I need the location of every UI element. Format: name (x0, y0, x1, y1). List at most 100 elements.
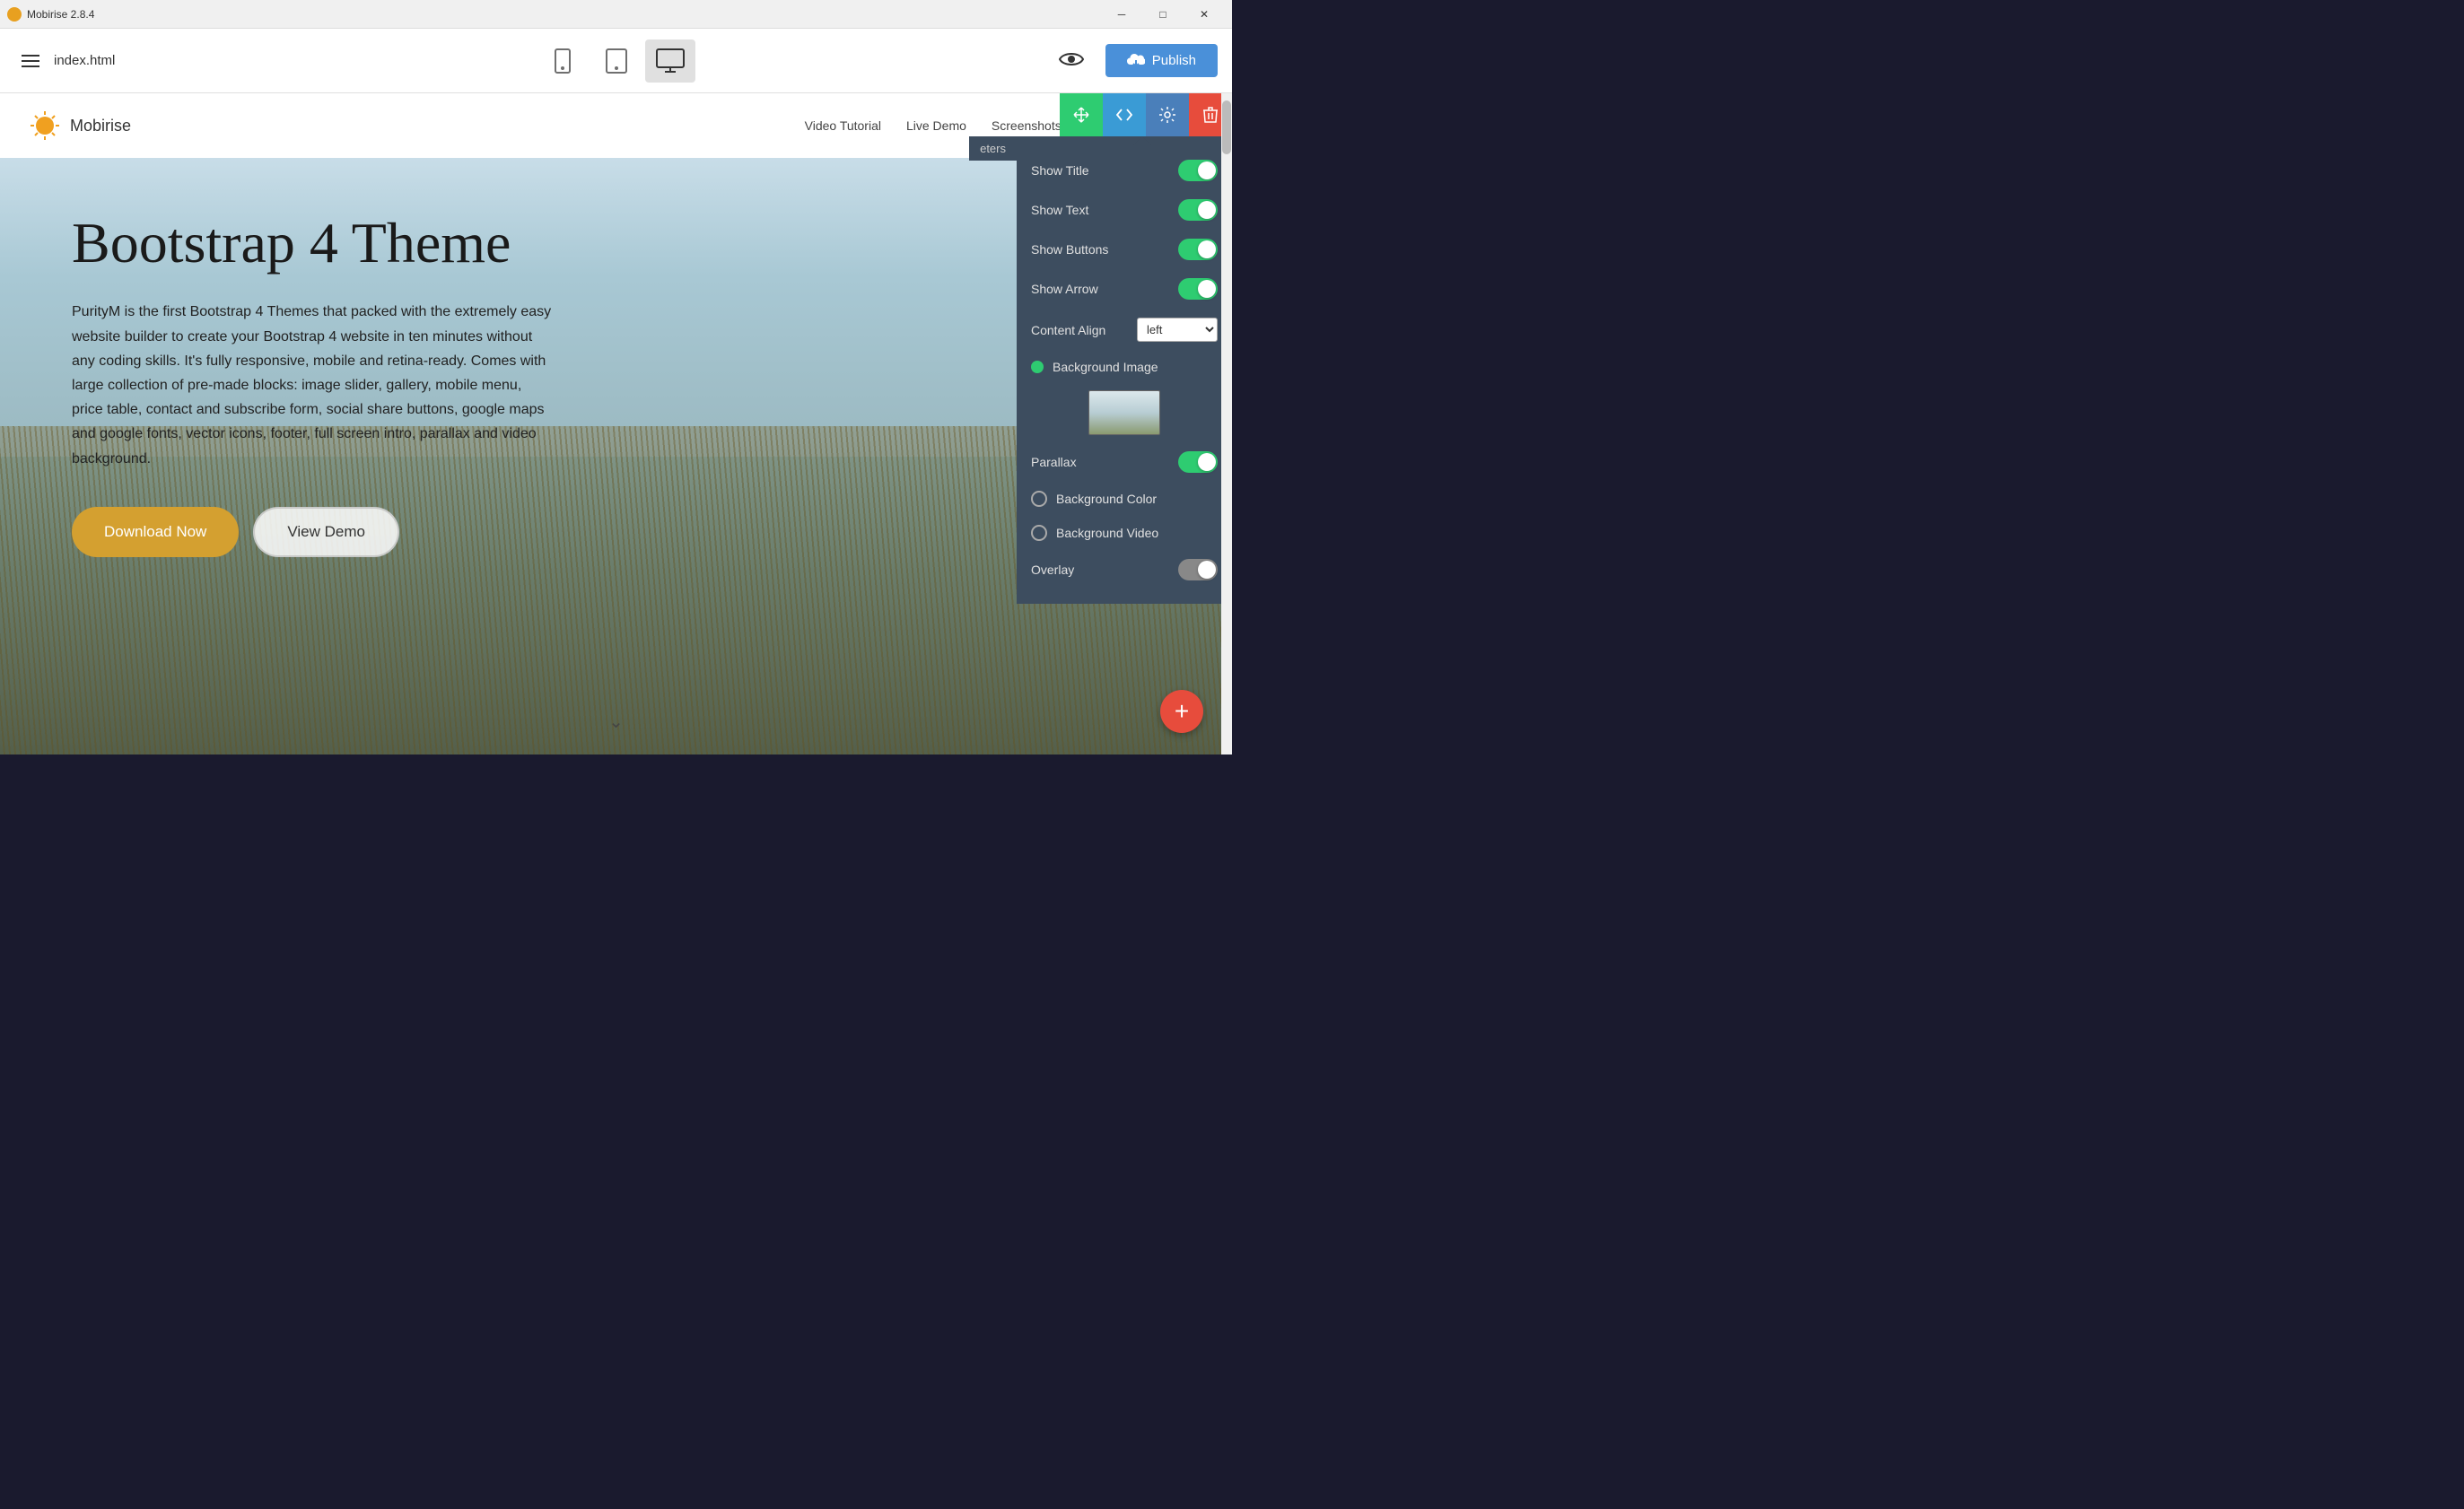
preview-button[interactable] (1052, 43, 1091, 78)
nav-link-screenshots[interactable]: Screenshots (992, 118, 1062, 133)
show-arrow-toggle[interactable] (1178, 278, 1218, 300)
code-block-button[interactable] (1103, 93, 1146, 136)
file-title: index.html (54, 53, 115, 68)
parameters-label: eters (980, 142, 1006, 155)
overlay-track (1178, 559, 1218, 580)
parallax-row: Parallax (1017, 442, 1232, 482)
tablet-icon (605, 48, 628, 74)
bg-image-row: Background Image (1017, 351, 1232, 383)
hero-title: Bootstrap 4 Theme (72, 212, 556, 275)
show-title-track (1178, 160, 1218, 181)
code-icon (1116, 109, 1132, 121)
hero-text: PurityM is the first Bootstrap 4 Themes … (72, 300, 556, 470)
bg-color-row: Background Color (1017, 482, 1232, 516)
cloud-icon (1127, 54, 1145, 68)
scrollbar[interactable] (1221, 93, 1232, 754)
scrollbar-thumb[interactable] (1222, 100, 1231, 154)
hero-content: Bootstrap 4 Theme PurityM is the first B… (0, 158, 628, 611)
settings-block-button[interactable] (1146, 93, 1189, 136)
title-bar-controls: ─ □ ✕ (1101, 0, 1225, 29)
hamburger-line (22, 60, 39, 62)
app-toolbar: index.html (0, 29, 1232, 93)
view-mobile-button[interactable] (537, 39, 588, 83)
overlay-toggle[interactable] (1178, 559, 1218, 580)
preview-logo: Mobirise (29, 109, 131, 142)
app-title: Mobirise 2.8.4 (27, 8, 94, 21)
hero-buttons: Download Now View Demo (72, 507, 556, 557)
show-text-label: Show Text (1031, 203, 1088, 217)
parallax-track (1178, 451, 1218, 473)
content-align-select[interactable]: left center right (1137, 318, 1218, 342)
view-tablet-button[interactable] (591, 39, 642, 83)
hero-demo-button[interactable]: View Demo (253, 507, 399, 557)
show-title-thumb (1198, 161, 1216, 179)
bg-image-thumbnail-row (1017, 383, 1232, 442)
block-actions (1060, 93, 1232, 136)
show-buttons-track (1178, 239, 1218, 260)
hero-arrow-indicator: ⌄ (608, 711, 624, 733)
overlay-row: Overlay (1017, 550, 1232, 589)
show-text-thumb (1198, 201, 1216, 219)
bg-image-thumbnail[interactable] (1088, 390, 1160, 435)
show-buttons-row: Show Buttons (1017, 230, 1232, 269)
show-text-track (1178, 199, 1218, 221)
bg-video-radio[interactable] (1031, 525, 1047, 541)
show-text-row: Show Text (1017, 190, 1232, 230)
title-bar: Mobirise 2.8.4 ─ □ ✕ (0, 0, 1232, 29)
overlay-label: Overlay (1031, 563, 1074, 577)
website-preview: Mobirise Video Tutorial Live Demo Screen… (0, 93, 1232, 754)
app-icon (7, 7, 22, 22)
show-buttons-thumb (1198, 240, 1216, 258)
bg-color-label: Background Color (1056, 492, 1157, 506)
hero-download-button[interactable]: Download Now (72, 507, 239, 557)
parallax-label: Parallax (1031, 455, 1077, 469)
gear-icon (1159, 107, 1175, 123)
mobile-icon (553, 48, 572, 74)
bg-image-indicator (1031, 361, 1044, 373)
move-icon (1073, 107, 1089, 123)
show-buttons-toggle[interactable] (1178, 239, 1218, 260)
eye-icon (1059, 50, 1084, 68)
desktop-icon (656, 48, 685, 74)
content-align-label: Content Align (1031, 323, 1105, 337)
publish-button[interactable]: Publish (1105, 44, 1218, 77)
settings-caret (1133, 136, 1151, 145)
show-buttons-label: Show Buttons (1031, 242, 1108, 257)
bg-video-label: Background Video (1056, 526, 1158, 540)
bg-video-row: Background Video (1017, 516, 1232, 550)
show-arrow-track (1178, 278, 1218, 300)
add-block-button[interactable]: + (1160, 690, 1203, 733)
view-desktop-button[interactable] (645, 39, 695, 83)
hamburger-line (22, 65, 39, 67)
show-title-toggle[interactable] (1178, 160, 1218, 181)
maximize-button[interactable]: □ (1142, 0, 1184, 29)
nav-link-demo[interactable]: Live Demo (906, 118, 966, 133)
show-arrow-thumb (1198, 280, 1216, 298)
trash-icon (1203, 107, 1218, 123)
parallax-toggle[interactable] (1178, 451, 1218, 473)
bg-image-label: Background Image (1053, 360, 1158, 374)
bg-color-radio[interactable] (1031, 491, 1047, 507)
hamburger-button[interactable] (14, 48, 47, 74)
show-title-label: Show Title (1031, 163, 1089, 178)
move-block-button[interactable] (1060, 93, 1103, 136)
show-arrow-label: Show Arrow (1031, 282, 1098, 296)
preview-logo-text: Mobirise (70, 117, 131, 135)
minimize-button[interactable]: ─ (1101, 0, 1142, 29)
logo-sun-icon (29, 109, 61, 142)
canvas-area: Mobirise Video Tutorial Live Demo Screen… (0, 93, 1232, 754)
parallax-thumb (1198, 453, 1216, 471)
toolbar-right: Publish (1052, 43, 1218, 78)
toolbar-center (537, 39, 695, 83)
title-bar-left: Mobirise 2.8.4 (7, 7, 94, 22)
overlay-thumb (1198, 561, 1216, 579)
content-align-row: Content Align left center right (1017, 309, 1232, 351)
show-text-toggle[interactable] (1178, 199, 1218, 221)
close-button[interactable]: ✕ (1184, 0, 1225, 29)
settings-panel: eters Show Title Show Text (1017, 136, 1232, 604)
show-title-row: Show Title (1017, 151, 1232, 190)
parameters-tab: eters (969, 136, 1017, 161)
publish-label: Publish (1152, 53, 1196, 68)
nav-link-video[interactable]: Video Tutorial (805, 118, 881, 133)
show-arrow-row: Show Arrow (1017, 269, 1232, 309)
